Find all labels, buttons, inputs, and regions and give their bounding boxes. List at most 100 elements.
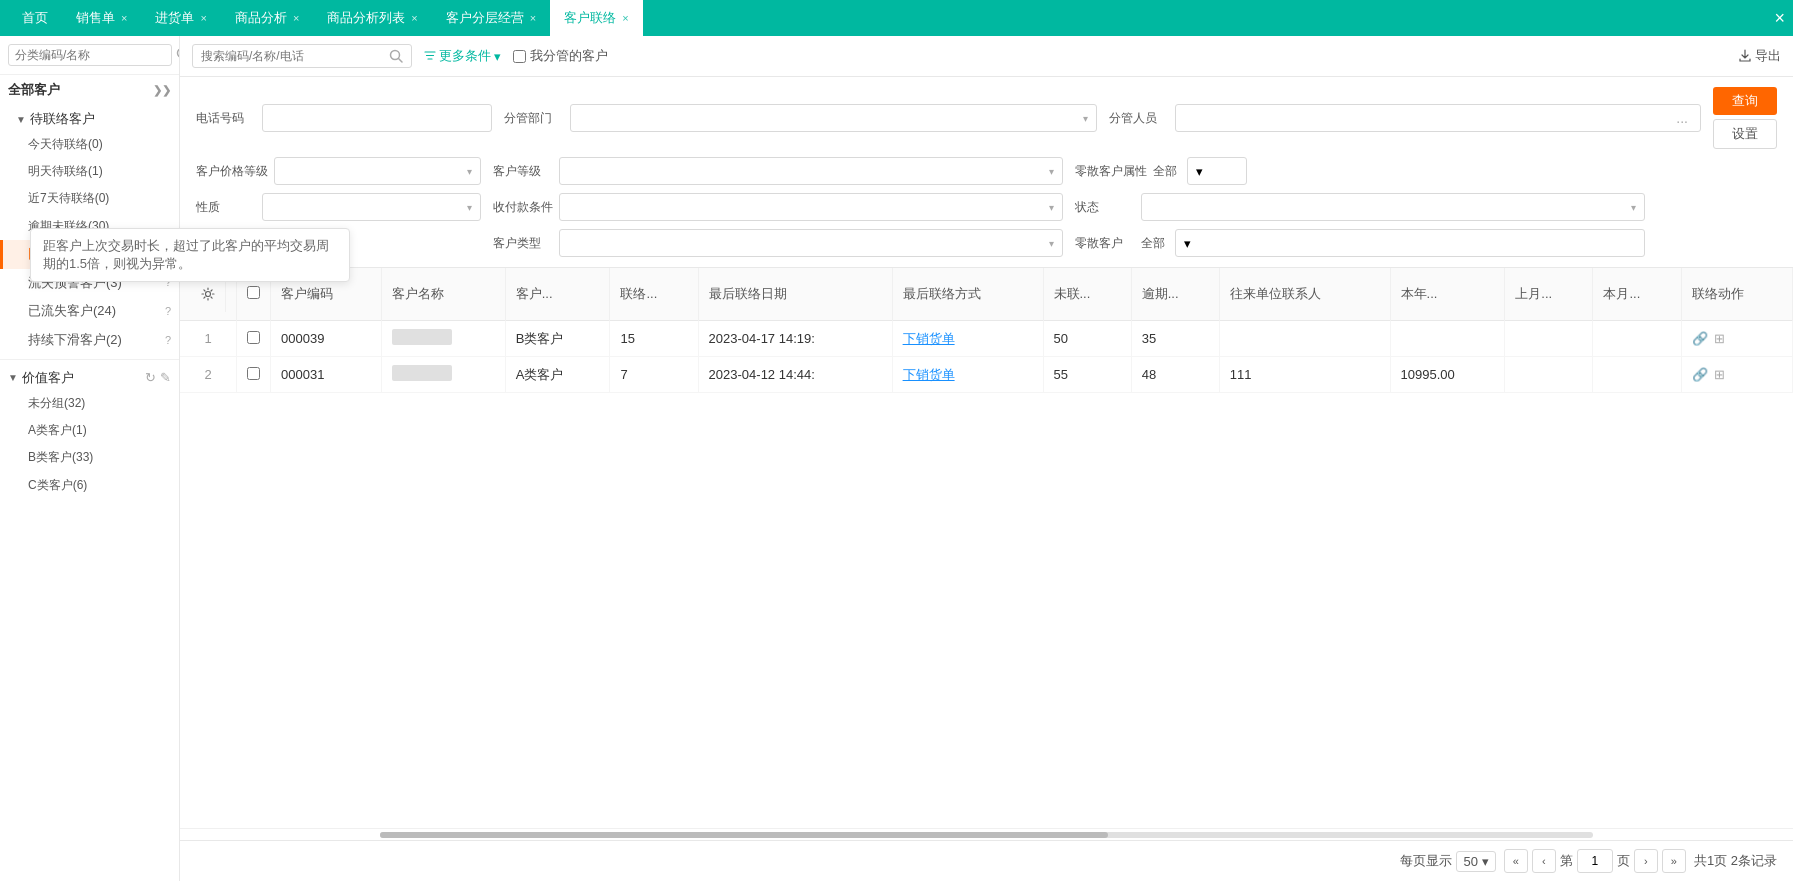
cell-action-1: 🔗 ⊞: [1681, 321, 1792, 357]
all-customers-label: 全部客户: [8, 81, 60, 99]
filter-select-retail-customer[interactable]: ▾: [1175, 229, 1645, 257]
cell-checkbox-1[interactable]: [237, 321, 271, 357]
filter-select-price-grade[interactable]: ▾: [274, 157, 481, 185]
sidebar-item-churned-label: 已流失客户(24): [28, 301, 116, 322]
nav-item-product-list[interactable]: 商品分析列表 ×: [313, 0, 431, 36]
cell-last-method-1[interactable]: 下销货单: [892, 321, 1043, 357]
filter-select-retail-attr[interactable]: ▾: [1187, 157, 1247, 185]
filter-retail-attr-value: 全部: [1153, 163, 1177, 180]
sidebar-group-pending[interactable]: ▼ 待联络客户: [0, 105, 179, 131]
filter-search-box[interactable]: [192, 44, 412, 68]
export-button[interactable]: 导出: [1738, 47, 1781, 65]
select-all-checkbox[interactable]: [247, 286, 260, 299]
sidebar-value-refresh-icon[interactable]: ↻: [145, 370, 156, 385]
sidebar-value-edit-icon[interactable]: ✎: [160, 370, 171, 385]
action-grid-icon-2[interactable]: ⊞: [1714, 367, 1725, 382]
sidebar-item-class-a[interactable]: A类客户(1): [0, 417, 179, 444]
nav-label-customer-contact: 客户联络: [564, 9, 616, 27]
filter-person-dots[interactable]: ...: [1672, 110, 1692, 126]
cell-name-1: [382, 321, 505, 357]
cell-checkbox-2[interactable]: [237, 357, 271, 393]
sidebar-group-value-customers[interactable]: ▼ 价值客户 ↻ ✎: [0, 364, 179, 390]
filter-select-customer-type[interactable]: ▾: [559, 229, 1063, 257]
close-all-tabs-button[interactable]: ×: [1774, 8, 1785, 29]
nav-item-customer-segment[interactable]: 客户分层经营 ×: [432, 0, 550, 36]
sidebar-item-class-c[interactable]: C类客户(6): [0, 472, 179, 499]
filter-input-phone[interactable]: [262, 104, 492, 132]
filter-field-status: 状态 ▾: [1075, 193, 1645, 221]
nav-close-sales[interactable]: ×: [121, 12, 127, 24]
table-row: 2 000031 A类客户 7 2023-04-12 14:44: 下销货单 5…: [180, 357, 1793, 393]
filter-select-customer-grade[interactable]: ▾: [559, 157, 1063, 185]
row-checkbox-1[interactable]: [247, 331, 260, 344]
nav-item-purchase[interactable]: 进货单 ×: [141, 0, 220, 36]
action-link-icon-2[interactable]: 🔗: [1692, 367, 1708, 382]
my-customers-filter[interactable]: 我分管的客户: [513, 47, 608, 65]
more-conditions-button[interactable]: 更多条件 ▾: [424, 47, 501, 65]
cell-overdue-1: 35: [1131, 321, 1219, 357]
last-page-button[interactable]: »: [1662, 849, 1686, 873]
nav-item-product-analysis[interactable]: 商品分析 ×: [221, 0, 313, 36]
filter-label-customer-type: 客户类型: [493, 235, 553, 252]
sidebar-search-input[interactable]: [8, 44, 172, 66]
sidebar-item-churned-icon: ?: [165, 303, 171, 321]
sidebar-item-ungrouped[interactable]: 未分组(32): [0, 390, 179, 417]
filter-row-1: 电话号码 分管部门 ▾ 分管人员 ...: [196, 87, 1777, 149]
table-row: 1 000039 B类客户 15 2023-04-17 14:19: 下销货单 …: [180, 321, 1793, 357]
page-size-arrow: ▾: [1482, 854, 1489, 869]
filter-field-retail-attr: 零散客户属性 全部 ▾: [1075, 157, 1645, 185]
nav-close-customer-contact[interactable]: ×: [622, 12, 628, 24]
export-label: 导出: [1755, 47, 1781, 65]
filter-select-payment[interactable]: ▾: [559, 193, 1063, 221]
nav-item-customer-contact[interactable]: 客户联络 ×: [550, 0, 642, 36]
prev-page-button[interactable]: ‹: [1532, 849, 1556, 873]
filter-label-nature: 性质: [196, 199, 256, 216]
cell-last-method-2[interactable]: 下销货单: [892, 357, 1043, 393]
sidebar-item-today[interactable]: 今天待联络(0): [0, 131, 179, 158]
main-layout: 全部客户 ❯❯ ▼ 待联络客户 今天待联络(0) 明天待联络(1) 近7天待联络…: [0, 36, 1793, 881]
my-customers-label: 我分管的客户: [530, 47, 608, 65]
filter-search-input[interactable]: [201, 49, 389, 63]
my-customers-checkbox[interactable]: [513, 50, 526, 63]
row-checkbox-2[interactable]: [247, 367, 260, 380]
action-grid-icon-1[interactable]: ⊞: [1714, 331, 1725, 346]
page-size-box[interactable]: 50 ▾: [1456, 851, 1495, 872]
page-number-input[interactable]: [1577, 849, 1613, 873]
nav-close-purchase[interactable]: ×: [200, 12, 206, 24]
filter-select-dept[interactable]: ▾: [570, 104, 1096, 132]
sidebar-item-7days[interactable]: 近7天待联络(0): [0, 185, 179, 212]
filter-payment-arrow: ▾: [1049, 202, 1054, 213]
table-header-row: 客户编码 客户名称 客户... 联络... 最后联络日期 最后联络方式 未联..…: [180, 268, 1793, 321]
filter-select-status[interactable]: ▾: [1141, 193, 1645, 221]
settings-button[interactable]: 设置: [1713, 119, 1777, 149]
filter-select-nature[interactable]: ▾: [262, 193, 481, 221]
filter-icon: [424, 50, 436, 62]
horizontal-scrollbar[interactable]: [180, 828, 1793, 840]
tooltip-box: 距客户上次交易时长，超过了此客户的平均交易周期的1.5倍，则视为异常。: [30, 228, 350, 282]
sidebar-item-class-b[interactable]: B类客户(33): [0, 444, 179, 471]
sidebar-search-button[interactable]: [172, 45, 180, 66]
col-header-action: 联络动作: [1681, 268, 1792, 321]
nav-item-home[interactable]: 首页: [8, 0, 62, 36]
nav-item-sales[interactable]: 销售单 ×: [62, 0, 141, 36]
export-icon: [1738, 49, 1752, 63]
col-header-contact-person: 往来单位联系人: [1219, 268, 1390, 321]
nav-close-product-list[interactable]: ×: [411, 12, 417, 24]
nav-close-product-analysis[interactable]: ×: [293, 12, 299, 24]
col-header-this-month: 本月...: [1593, 268, 1681, 321]
filter-label-payment: 收付款条件: [493, 199, 553, 216]
nav-close-customer-segment[interactable]: ×: [530, 12, 536, 24]
total-records-label: 共1页 2条记录: [1694, 852, 1777, 870]
sidebar-item-declining[interactable]: 持续下滑客户(2) ?: [0, 326, 179, 355]
action-link-icon-1[interactable]: 🔗: [1692, 331, 1708, 346]
filter-select-person[interactable]: ...: [1175, 104, 1701, 132]
nav-label-customer-segment: 客户分层经营: [446, 9, 524, 27]
sidebar-all-customers[interactable]: 全部客户 ❯❯: [0, 75, 179, 105]
sidebar-item-tomorrow[interactable]: 明天待联络(1): [0, 158, 179, 185]
col-header-last-month: 上月...: [1505, 268, 1593, 321]
sidebar-item-churned[interactable]: 已流失客户(24) ?: [0, 297, 179, 326]
scrollbar-thumb[interactable]: [380, 832, 1108, 838]
query-button[interactable]: 查询: [1713, 87, 1777, 115]
next-page-button[interactable]: ›: [1634, 849, 1658, 873]
first-page-button[interactable]: «: [1504, 849, 1528, 873]
